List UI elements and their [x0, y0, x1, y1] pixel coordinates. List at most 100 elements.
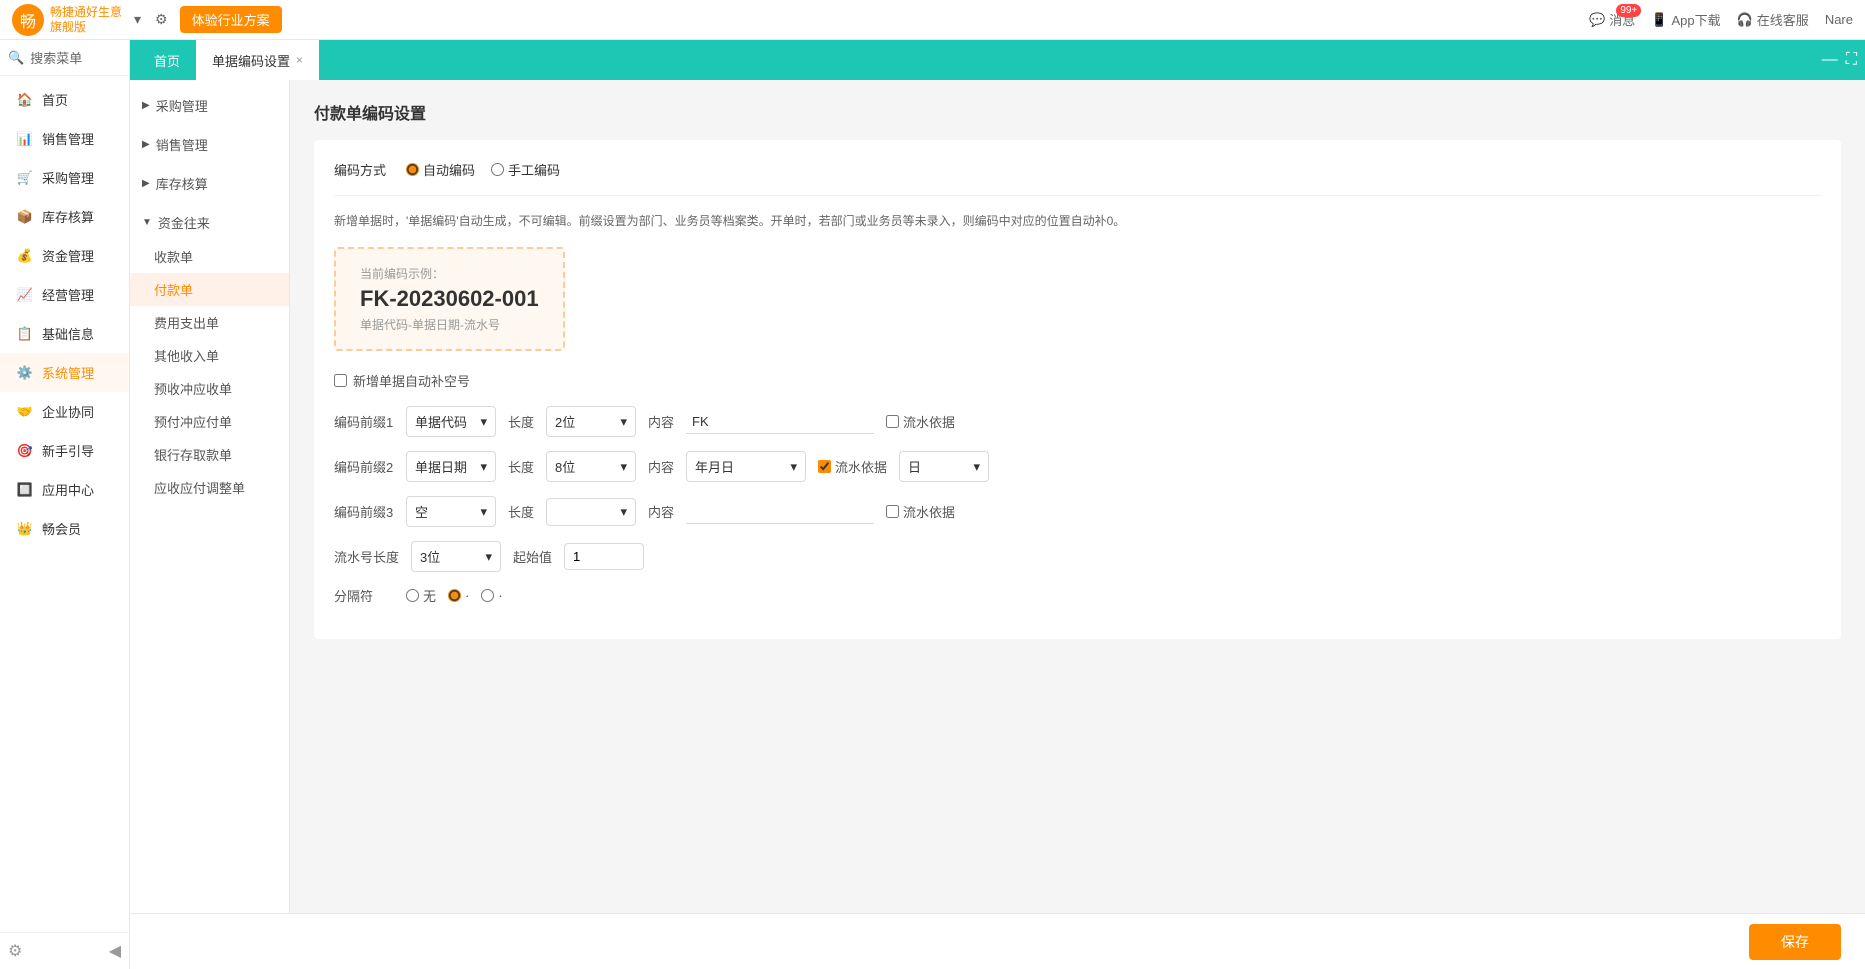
sub-item-other-income-label: 其他收入单	[154, 349, 219, 364]
tab-home[interactable]: 首页	[138, 40, 196, 80]
user-info[interactable]: Nare	[1825, 12, 1853, 27]
sub-item-expense[interactable]: 费用支出单	[130, 306, 289, 339]
sub-sidebar: ▶ 采购管理 ▶ 销售管理 ▶ 库存核算	[130, 80, 290, 913]
chevron-right-icon: ▶	[142, 100, 150, 111]
info-text: 新增单据时，'单据编码'自动生成，不可编辑。前缀设置为部门、业务员等档案类。开单…	[334, 212, 1821, 231]
preview-box: 当前编码示例： FK-20230602-001 单据代码-单据日期-流水号	[334, 247, 565, 351]
sub-item-adjust-label: 应收应付调整单	[154, 481, 245, 496]
tab-encode-setting[interactable]: 单据编码设置 ×	[196, 40, 319, 80]
auto-encode-option[interactable]: 自动编码	[406, 160, 475, 179]
dropdown-btn[interactable]: ▾	[130, 9, 145, 30]
logo-text: 畅捷通好生意 旗舰版	[50, 5, 122, 34]
prefix1-length-value: 2位	[555, 412, 575, 431]
sidebar-item-apps[interactable]: 🔲 应用中心	[0, 470, 129, 509]
prefix1-serial-label: 流水依据	[903, 412, 955, 431]
prefix3-content-input	[686, 500, 874, 524]
sep-dash-radio[interactable]	[448, 589, 461, 602]
serial-length-select[interactable]: 3位 ▾	[411, 541, 501, 572]
inventory-icon: 📦	[16, 208, 34, 226]
app-download-label: App下载	[1671, 10, 1720, 29]
sep-other-radio[interactable]	[481, 589, 494, 602]
sidebar-item-basic[interactable]: 📋 基础信息	[0, 314, 129, 353]
apps-icon: 🔲	[16, 481, 34, 499]
tab-maximize-btn[interactable]: ⛶	[1846, 51, 1857, 69]
newbie-icon: 🎯	[16, 442, 34, 460]
sidebar-item-home[interactable]: 🏠 首页	[0, 80, 129, 119]
search-icon: 🔍	[8, 50, 24, 66]
online-service-btn[interactable]: 🎧 在线客服	[1737, 10, 1809, 29]
prefix1-select[interactable]: 单据代码 ▾	[406, 406, 496, 437]
prefix2-content-select[interactable]: 年月日 ▾	[686, 451, 806, 482]
sub-item-receipt[interactable]: 收款单	[130, 240, 289, 273]
sidebar-label-apps: 应用中心	[42, 480, 94, 499]
auto-fill-checkbox[interactable]	[334, 374, 347, 387]
sub-header-finance[interactable]: ▼ 资金往来	[130, 205, 289, 240]
prefix2-content-dropdown-icon: ▾	[791, 459, 798, 475]
sidebar-item-operation[interactable]: 📈 经营管理	[0, 275, 129, 314]
sub-header-inventory-label: 库存核算	[156, 174, 208, 193]
collapse-btn[interactable]: ◀	[109, 941, 121, 961]
sidebar-label-finance: 资金管理	[42, 246, 94, 265]
sub-item-prepay-recv[interactable]: 预收冲应收单	[130, 372, 289, 405]
settings-bottom-btn[interactable]: ⚙	[8, 941, 22, 961]
prefix2-serial-label: 流水依据	[835, 457, 887, 476]
prefix2-dropdown-icon: ▾	[480, 459, 487, 475]
settings-btn[interactable]: ⚙	[151, 9, 172, 30]
separator-row: 分隔符 无 · ·	[334, 586, 1821, 605]
tab-bar-right: — ⛶	[1822, 51, 1857, 69]
prefix2-serial-checkbox[interactable]	[818, 460, 831, 473]
sep-none-option[interactable]: 无	[406, 586, 436, 605]
auto-encode-radio[interactable]	[406, 163, 419, 176]
prefix3-serial-checkbox[interactable]	[886, 505, 899, 518]
sub-item-other-income[interactable]: 其他收入单	[130, 339, 289, 372]
sidebar-item-newbie[interactable]: 🎯 新手引导	[0, 431, 129, 470]
sub-item-prepay-recv-label: 预收冲应收单	[154, 382, 232, 397]
sub-item-prepay-pay-label: 预付冲应付单	[154, 415, 232, 430]
message-badge: 99+	[1616, 4, 1641, 17]
sub-item-prepay-pay[interactable]: 预付冲应付单	[130, 405, 289, 438]
tab-close-icon[interactable]: ×	[296, 53, 303, 67]
content-area: 首页 单据编码设置 × — ⛶ ▶ 采购管理	[130, 40, 1865, 969]
sub-item-payment[interactable]: 付款单	[130, 273, 289, 306]
sub-header-inventory[interactable]: ▶ 库存核算	[130, 166, 289, 201]
app-download-btn[interactable]: 📱 App下载	[1651, 10, 1720, 29]
save-button[interactable]: 保存	[1749, 924, 1841, 960]
sep-dash-option[interactable]: ·	[448, 588, 469, 603]
search-menu[interactable]: 🔍 搜索菜单	[0, 40, 129, 76]
prefix2-serial-unit-select[interactable]: 日 ▾	[899, 451, 989, 482]
start-value-input[interactable]	[564, 543, 644, 570]
sep-none-radio[interactable]	[406, 589, 419, 602]
trial-button[interactable]: 体验行业方案	[180, 6, 282, 33]
prefix3-length-select[interactable]: ▾	[546, 498, 636, 526]
manual-encode-option[interactable]: 手工编码	[491, 160, 560, 179]
manual-encode-radio[interactable]	[491, 163, 504, 176]
sidebar-item-sales[interactable]: 📊 销售管理	[0, 119, 129, 158]
sidebar-item-purchase[interactable]: 🛒 采购管理	[0, 158, 129, 197]
sidebar-label-newbie: 新手引导	[42, 441, 94, 460]
sub-item-expense-label: 费用支出单	[154, 316, 219, 331]
sub-item-bank[interactable]: 银行存取款单	[130, 438, 289, 471]
message-btn[interactable]: 💬 消息 99+	[1589, 10, 1635, 29]
tab-minimize-btn[interactable]: —	[1822, 51, 1838, 69]
sidebar-item-inventory[interactable]: 📦 库存核算	[0, 197, 129, 236]
sub-header-sales[interactable]: ▶ 销售管理	[130, 127, 289, 162]
prefix2-length-select[interactable]: 8位 ▾	[546, 451, 636, 482]
prefix1-row: 编码前缀1 单据代码 ▾ 长度 2位 ▾ 内容	[334, 406, 1821, 437]
prefix3-select[interactable]: 空 ▾	[406, 496, 496, 527]
sub-header-purchase[interactable]: ▶ 采购管理	[130, 88, 289, 123]
sub-item-adjust[interactable]: 应收应付调整单	[130, 471, 289, 504]
prefix2-length-value: 8位	[555, 457, 575, 476]
prefix2-length-label: 长度	[508, 457, 534, 476]
encode-type-radio-group: 自动编码 手工编码	[406, 160, 560, 179]
chevron-right-icon2: ▶	[142, 139, 150, 150]
sidebar-item-system[interactable]: ⚙️ 系统管理	[0, 353, 129, 392]
prefix2-select[interactable]: 单据日期 ▾	[406, 451, 496, 482]
sidebar-item-member[interactable]: 👑 畅会员	[0, 509, 129, 548]
sep-other-option[interactable]: ·	[481, 588, 502, 603]
sidebar-item-finance[interactable]: 💰 资金管理	[0, 236, 129, 275]
prefix1-serial-checkbox[interactable]	[886, 415, 899, 428]
prefix1-length-label: 长度	[508, 412, 534, 431]
sidebar-item-enterprise[interactable]: 🤝 企业协同	[0, 392, 129, 431]
username: Nare	[1825, 12, 1853, 27]
prefix1-length-select[interactable]: 2位 ▾	[546, 406, 636, 437]
